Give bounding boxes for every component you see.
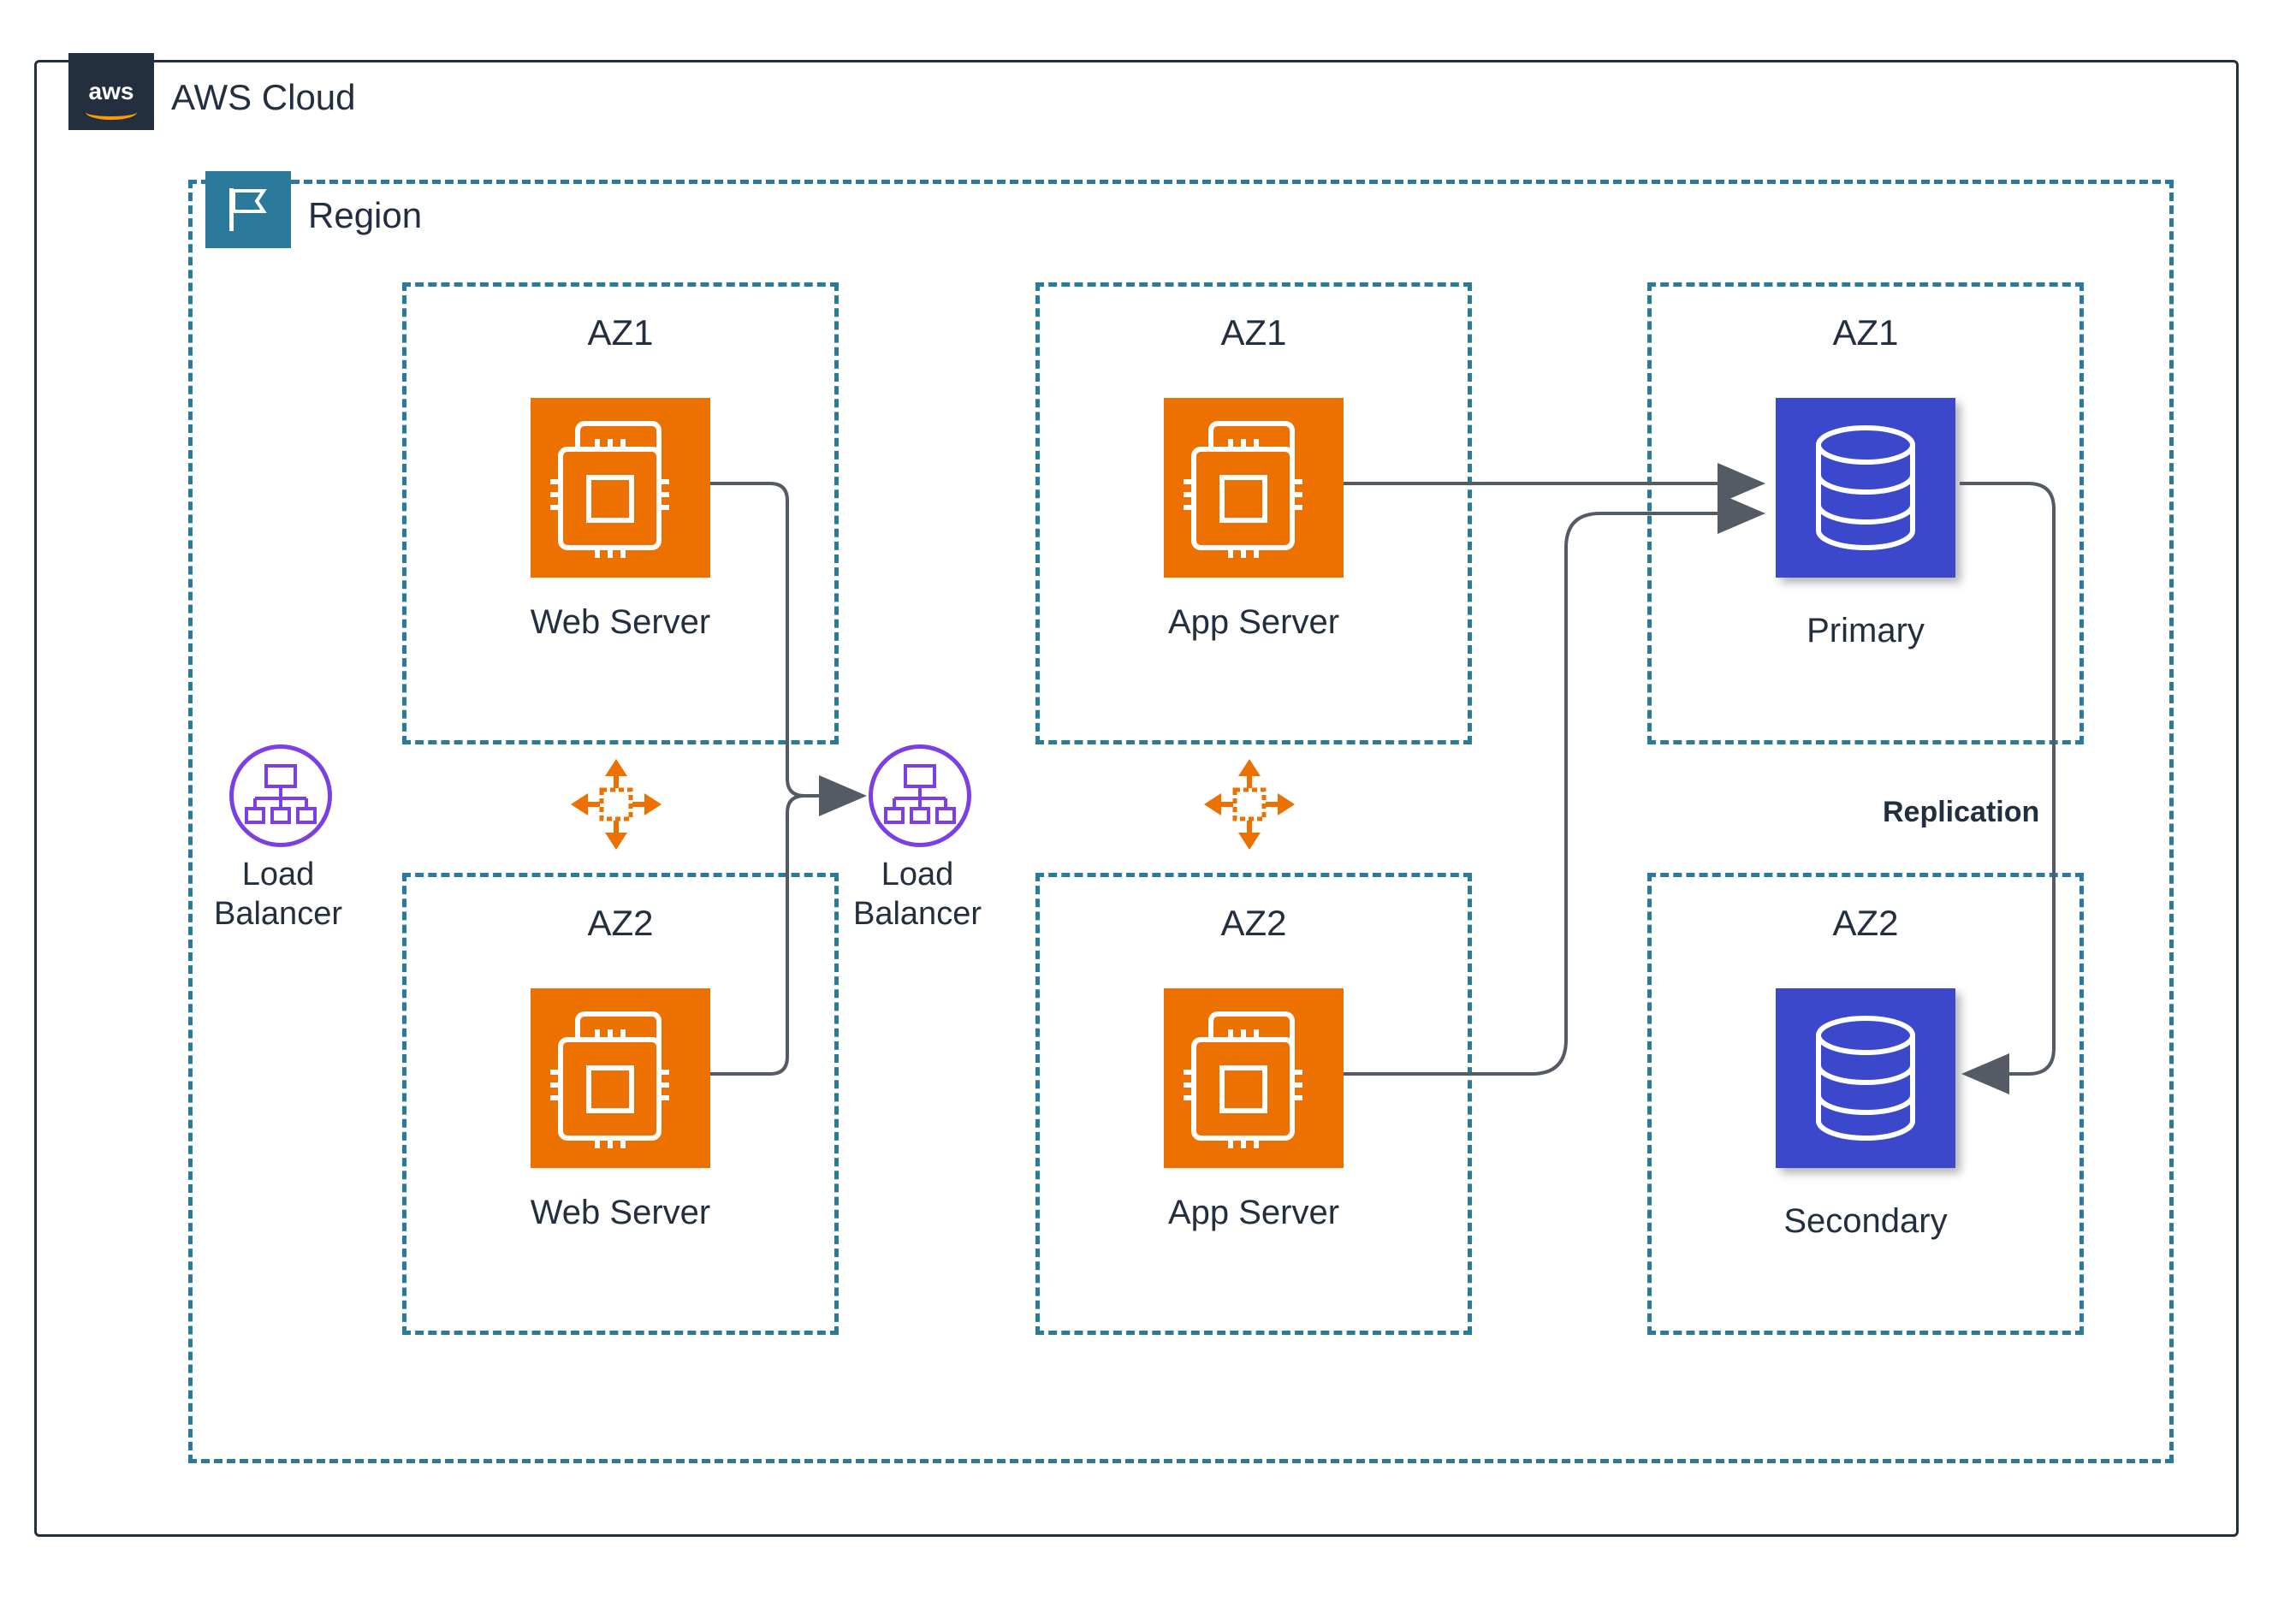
connector-web1-to-lbapp <box>710 483 860 796</box>
connector-app2-to-primary <box>1344 513 1759 1074</box>
replication-label: Replication <box>1883 796 2039 829</box>
connector-web2-to-lbapp <box>710 796 860 1074</box>
connector-replication <box>1960 483 2054 1074</box>
diagram-canvas: aws AWS Cloud Region Load Balancer AZ1 <box>0 0 2296 1601</box>
